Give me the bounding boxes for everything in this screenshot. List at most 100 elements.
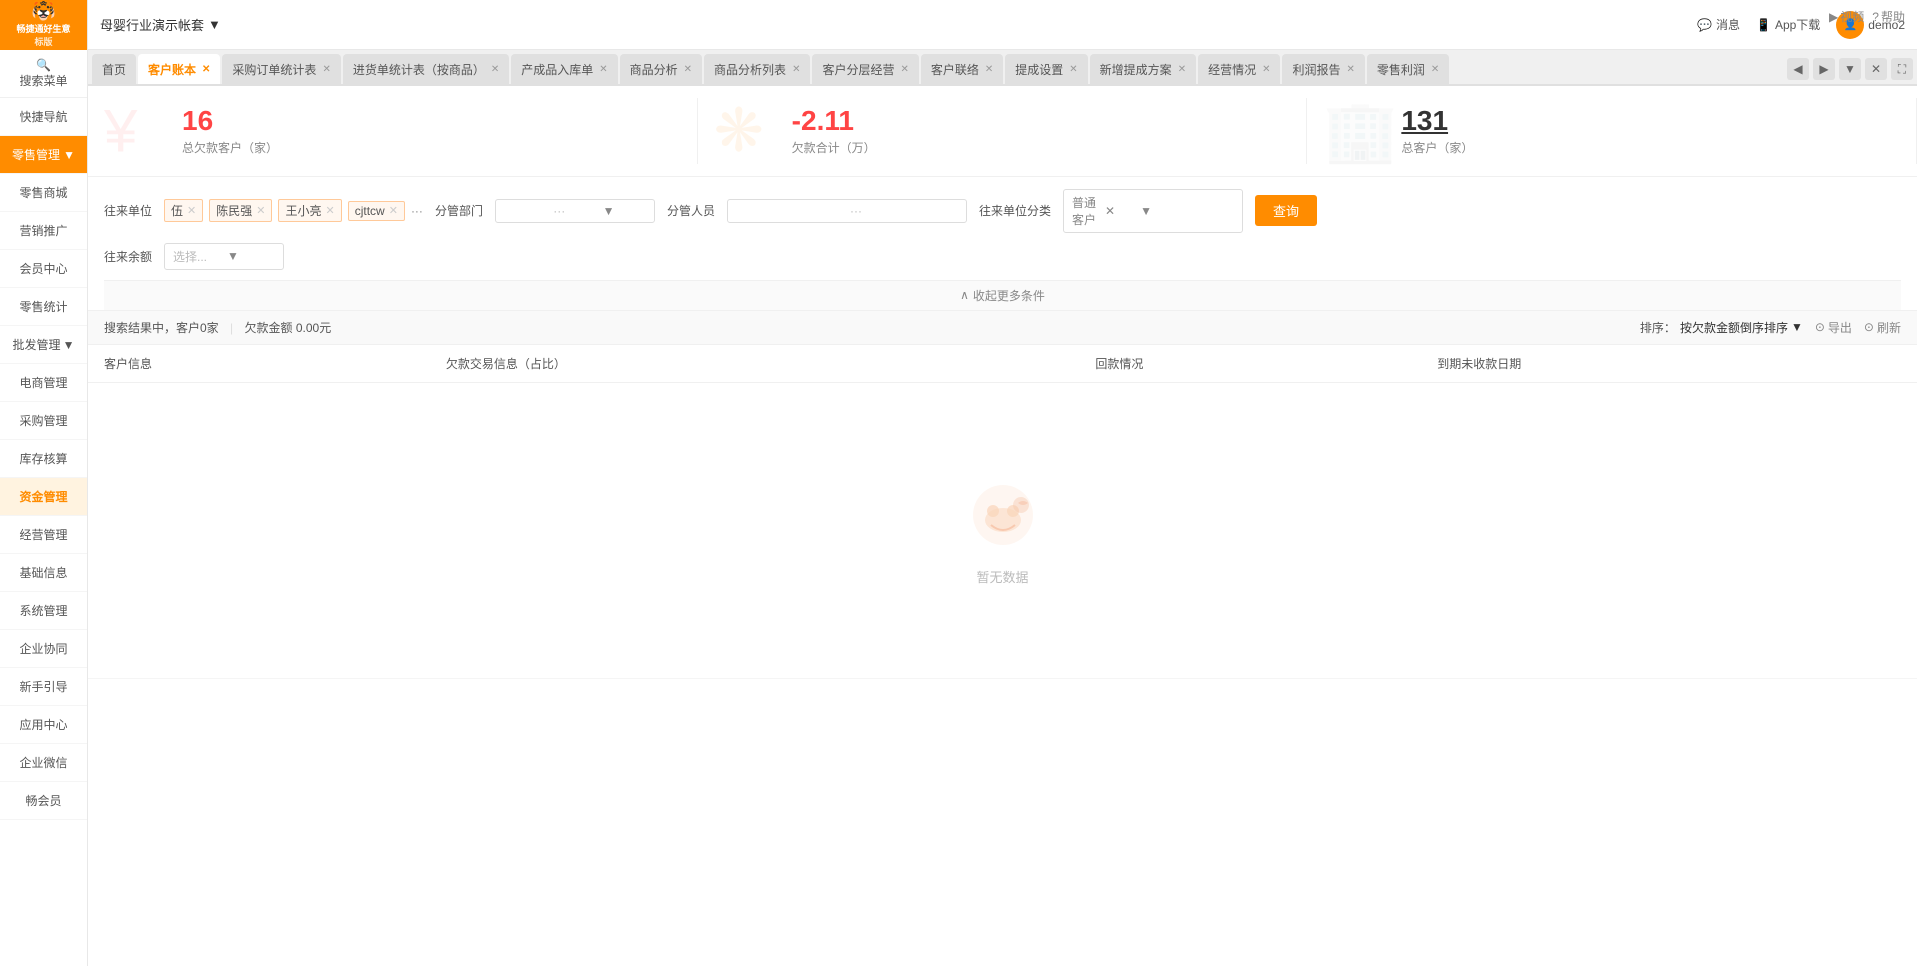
sidebar-item-inventory[interactable]: 库存核算: [0, 440, 87, 478]
tab-customer-contact-close[interactable]: ✕: [985, 64, 993, 75]
tab-product-in-label: 产成品入库单: [521, 61, 593, 78]
filter-area: 往来单位 伍 ✕ 陈民强 ✕ 王小亮 ✕ cjttcw: [88, 177, 1917, 311]
tag-wang: 王小亮 ✕: [278, 199, 341, 222]
tab-customer-tier[interactable]: 客户分层经营 ✕: [812, 54, 918, 84]
tab-product-in[interactable]: 产成品入库单 ✕: [511, 54, 617, 84]
sidebar-item-wholesale[interactable]: 批发管理 ▼: [0, 326, 87, 364]
weixin-label: 企业微信: [0, 754, 87, 771]
refresh-label: 刷新: [1877, 319, 1901, 336]
sidebar-item-retail-mgmt[interactable]: 零售管理 ▼: [0, 136, 87, 174]
person-select[interactable]: ···: [727, 199, 967, 223]
category-select[interactable]: 普通客户 ✕ ▼: [1063, 189, 1243, 233]
collapse-btn[interactable]: ∧ 收起更多条件: [104, 280, 1901, 310]
tab-operations[interactable]: 经营情况 ✕: [1198, 54, 1280, 84]
sidebar-item-basic-info[interactable]: 基础信息: [0, 554, 87, 592]
wholesale-label: 批发管理: [13, 336, 61, 353]
member2-label: 畅会员: [0, 792, 87, 809]
app-download-btn[interactable]: 📱 App下载: [1756, 16, 1820, 33]
tab-purchase-close[interactable]: ✕: [322, 64, 330, 75]
stat-total-overdue: ❋ -2.11 欠款合计（万）: [698, 98, 1308, 164]
category-filter-label: 往来单位分类: [979, 202, 1051, 219]
sidebar-item-guide[interactable]: 新手引导: [0, 668, 87, 706]
sidebar-item-quick-nav[interactable]: 快捷导航: [0, 98, 87, 136]
tab-product-analysis[interactable]: 商品分析 ✕: [620, 54, 702, 84]
tab-profit-report-close[interactable]: ✕: [1347, 64, 1355, 75]
tag-wu-close[interactable]: ✕: [187, 204, 196, 217]
tab-customer-tier-close[interactable]: ✕: [900, 64, 908, 75]
sidebar-item-finance[interactable]: 资金管理: [0, 478, 87, 516]
sidebar-item-marketing[interactable]: 营销推广: [0, 212, 87, 250]
tab-operations-close[interactable]: ✕: [1262, 64, 1270, 75]
export-btn[interactable]: ⊙ 导出: [1815, 319, 1852, 336]
sidebar-item-purchase[interactable]: 采购管理: [0, 402, 87, 440]
system-label: 系统管理: [0, 602, 87, 619]
tab-profit-report[interactable]: 利润报告 ✕: [1282, 54, 1364, 84]
tab-commission-settings[interactable]: 提成设置 ✕: [1005, 54, 1087, 84]
store-selector[interactable]: 母婴行业演示帐套 ▼: [100, 15, 221, 34]
stat1-value: 16: [182, 106, 278, 137]
tag-cjttcw-close[interactable]: ✕: [389, 204, 398, 217]
tab-operations-label: 经营情况: [1208, 61, 1256, 78]
dept-select[interactable]: ··· ▼: [495, 199, 655, 223]
refresh-icon: ⊙: [1864, 320, 1874, 334]
tab-retail-profit[interactable]: 零售利润 ✕: [1367, 54, 1449, 84]
tab-commission-settings-close[interactable]: ✕: [1069, 64, 1077, 75]
tab-retail-profit-close[interactable]: ✕: [1431, 64, 1439, 75]
logo-text: 畅捷通好生意: [16, 22, 70, 35]
sort-value: 按欠款金额倒序排序: [1680, 319, 1788, 336]
tab-purchase-order-stats[interactable]: 采购订单统计表 ✕: [222, 54, 340, 84]
result-bar: 搜索结果中，客户0家 | 欠款金额 0.00元 排序： 按欠款金额倒序排序 ▼ …: [88, 311, 1917, 345]
tab-close-all[interactable]: ✕: [1865, 58, 1887, 80]
tab-expand[interactable]: ⛶: [1891, 58, 1913, 80]
refresh-btn[interactable]: ⊙ 刷新: [1864, 319, 1901, 336]
tab-customer-contact[interactable]: 客户联络 ✕: [921, 54, 1003, 84]
sidebar-item-retail-stats[interactable]: 零售统计: [0, 288, 87, 326]
tab-home[interactable]: 首页: [92, 54, 136, 84]
balance-placeholder: 选择...: [173, 248, 221, 265]
tab-scroll-left[interactable]: ◀: [1787, 58, 1809, 80]
sidebar-item-appcenter[interactable]: 应用中心: [0, 706, 87, 744]
sidebar-item-retail-mall[interactable]: 零售商城: [0, 174, 87, 212]
sidebar-item-member2[interactable]: 畅会员: [0, 782, 87, 820]
tab-purchase-goods-stats[interactable]: 进货单统计表（按商品） ✕: [343, 54, 509, 84]
category-tag-close[interactable]: ✕: [1105, 204, 1134, 218]
header-left: 母婴行业演示帐套 ▼: [100, 15, 221, 34]
tab-customer-ledger-close[interactable]: ✕: [202, 64, 210, 75]
tab-customer-ledger[interactable]: 客户账本 ✕: [138, 54, 220, 84]
tab-commission-settings-label: 提成设置: [1015, 61, 1063, 78]
message-btn[interactable]: 💬 消息: [1697, 16, 1740, 33]
unit-filter-tags: 伍 ✕ 陈民强 ✕ 王小亮 ✕ cjttcw ✕ ···: [164, 199, 423, 222]
marketing-label: 营销推广: [0, 222, 87, 239]
tab-product-analysis-list-close[interactable]: ✕: [792, 64, 800, 75]
retail-mgmt-label: 零售管理: [12, 146, 60, 163]
tab-menu[interactable]: ▼: [1839, 58, 1861, 80]
balance-select[interactable]: 选择... ▼: [164, 243, 284, 270]
sort-select[interactable]: 按欠款金额倒序排序 ▼: [1680, 319, 1803, 336]
tab-scroll-right[interactable]: ▶: [1813, 58, 1835, 80]
sidebar-item-ecommerce[interactable]: 电商管理: [0, 364, 87, 402]
tab-product-in-close[interactable]: ✕: [599, 64, 607, 75]
tab-new-commission-close[interactable]: ✕: [1178, 64, 1186, 75]
empty-state: 暂无数据: [104, 395, 1901, 666]
sidebar-search[interactable]: 🔍 搜索菜单: [0, 50, 87, 98]
sort-label: 排序：: [1640, 319, 1676, 336]
tab-customer-tier-label: 客户分层经营: [822, 61, 894, 78]
search-label: 搜索菜单: [6, 72, 81, 89]
tag-chen-close[interactable]: ✕: [256, 204, 265, 217]
tab-purchase-goods-close[interactable]: ✕: [491, 64, 499, 75]
tab-controls: ◀ ▶ ▼ ✕ ⛶: [1787, 58, 1913, 84]
message-icon: 💬: [1697, 18, 1712, 32]
balance-dropdown-icon: ▼: [227, 249, 275, 263]
sidebar-item-member[interactable]: 会员中心: [0, 250, 87, 288]
tab-product-analysis-close[interactable]: ✕: [684, 64, 692, 75]
sidebar-item-system[interactable]: 系统管理: [0, 592, 87, 630]
sidebar-item-operations[interactable]: 经营管理: [0, 516, 87, 554]
sidebar-item-collab[interactable]: 企业协同: [0, 630, 87, 668]
tab-product-analysis-list[interactable]: 商品分析列表 ✕: [704, 54, 810, 84]
tag-wang-close[interactable]: ✕: [326, 204, 335, 217]
retail-stats-label: 零售统计: [0, 298, 87, 315]
query-button[interactable]: 查询: [1255, 195, 1317, 226]
more-tags-btn[interactable]: ···: [411, 204, 423, 218]
tab-new-commission[interactable]: 新增提成方案 ✕: [1090, 54, 1196, 84]
sidebar-item-weixin[interactable]: 企业微信: [0, 744, 87, 782]
